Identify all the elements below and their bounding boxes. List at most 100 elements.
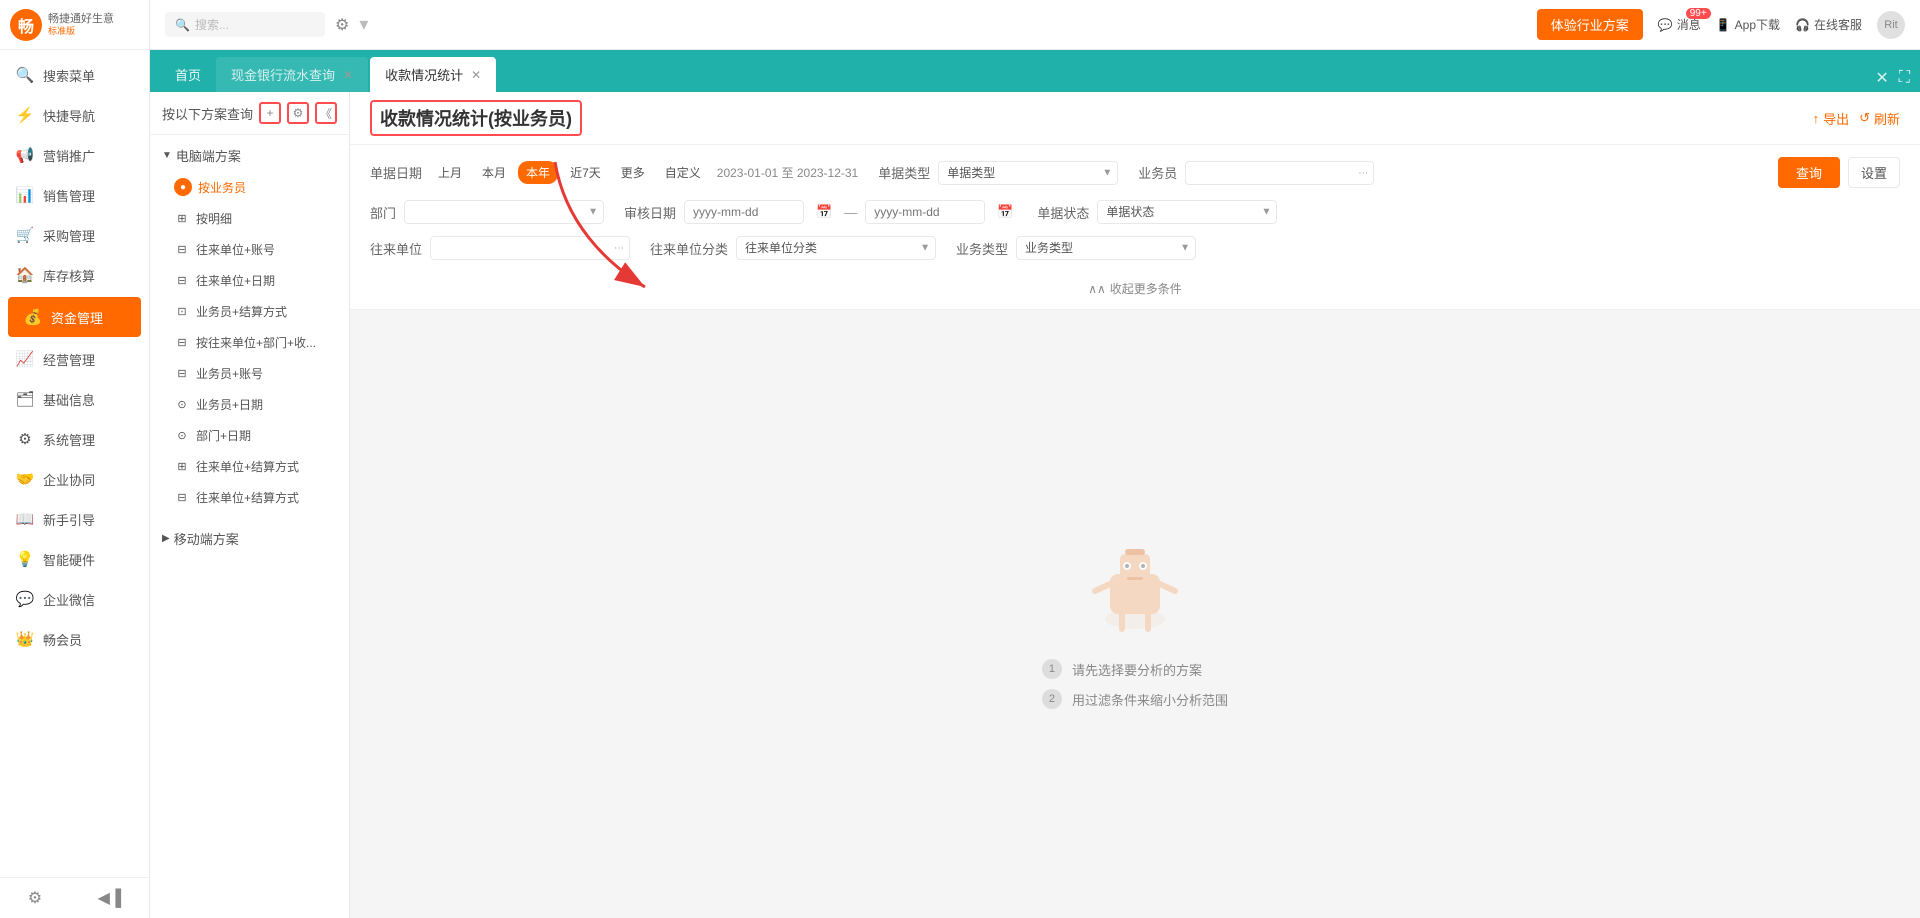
counterpart-category-select[interactable]: 往来单位分类 [736, 236, 936, 260]
scheme-group-desktop-title[interactable]: ▼ 电脑端方案 [150, 140, 349, 171]
counterpart-select-wrapper: ··· [430, 236, 630, 260]
date-tab-more[interactable]: 更多 [613, 161, 653, 184]
add-scheme-btn[interactable]: + [259, 102, 281, 124]
dept-date-icon: ⊙ [174, 428, 190, 444]
collapse-more-conditions[interactable]: ∧∧ 收起更多条件 [370, 272, 1900, 297]
biz-type-select-wrapper: 业务类型 ▼ [1016, 236, 1196, 260]
purchase-icon: 🛒 [15, 225, 35, 245]
sidebar-item-purchase[interactable]: 🛒 采购管理 [0, 215, 149, 255]
online-service-item[interactable]: 🎧 在线客服 [1795, 16, 1862, 33]
scheme-item-salesperson-date[interactable]: ⊙ 业务员+日期 [150, 389, 349, 420]
export-button[interactable]: ↑ 导出 [1813, 109, 1850, 128]
biz-type-select[interactable]: 业务类型 [1016, 236, 1196, 260]
sidebar-item-cooperation[interactable]: 🤝 企业协同 [0, 459, 149, 499]
collapse-sidebar-btn[interactable]: ◀▐ [98, 888, 122, 908]
settings-scheme-btn[interactable]: ⚙ [287, 102, 309, 124]
biz-type-label: 业务类型 [956, 239, 1008, 258]
right-content: 收款情况统计(按业务员) ↑ 导出 ↺ 刷新 [350, 92, 1920, 918]
tab-home[interactable]: 首页 [160, 57, 216, 92]
scheme-item-partner-settlement1[interactable]: ⊞ 往来单位+结算方式 [150, 451, 349, 482]
sidebar-nav: 🔍 搜索菜单 ⚡ 快捷导航 📢 营销推广 📊 销售管理 🛒 采购管理 🏠 [0, 50, 149, 877]
dropdown-icon[interactable]: ▾ [359, 14, 368, 35]
sidebar-item-system[interactable]: ⚙ 系统管理 [0, 419, 149, 459]
date-tab-thisyear[interactable]: 本年 [518, 161, 558, 184]
wechat-icon: 💬 [15, 589, 35, 609]
left-panel-title: 按以下方案查询 [162, 104, 253, 123]
tab-collection-stats[interactable]: 收款情况统计 ✕ [370, 57, 496, 92]
date-tab-7days[interactable]: 近7天 [562, 161, 609, 184]
scheme-item-detail[interactable]: ⊞ 按明细 [150, 203, 349, 234]
sidebar-item-hardware[interactable]: 💡 智能硬件 [0, 539, 149, 579]
header-search-box[interactable]: 🔍 搜索... [165, 12, 325, 37]
query-button[interactable]: 查询 [1778, 157, 1840, 188]
scheme-item-salesperson[interactable]: ● 按业务员 [150, 171, 349, 203]
guide-icon: 📖 [15, 509, 35, 529]
app-download-item[interactable]: 📱 App下载 [1716, 16, 1780, 33]
message-item[interactable]: 💬 消息 99+ [1658, 16, 1701, 33]
tab-expand-icon[interactable]: ⛶ [1899, 69, 1910, 87]
sidebar-item-inventory[interactable]: 🏠 库存核算 [0, 255, 149, 295]
review-date-from-input[interactable] [684, 200, 804, 224]
salesperson-input[interactable] [1185, 161, 1374, 185]
scheme-item-partner-date[interactable]: ⊟ 往来单位+日期 [150, 265, 349, 296]
scheme-group-mobile-title[interactable]: ▶ 移动端方案 [150, 523, 349, 554]
salesperson-label: 业务员 [1138, 163, 1177, 182]
scheme-item-salesperson-account[interactable]: ⊟ 业务员+账号 [150, 358, 349, 389]
counterpart-input[interactable] [430, 236, 630, 260]
logo-text: 畅捷通好生意 标准版 [48, 12, 114, 38]
step-2-num: 2 [1042, 689, 1062, 709]
date-tab-thismonth[interactable]: 本月 [474, 161, 514, 184]
tab-close-cash-flow[interactable]: ✕ [343, 68, 353, 82]
management-icon: 📈 [15, 349, 35, 369]
scheme-item-partner-dept[interactable]: ⊟ 按往来单位+部门+收... [150, 327, 349, 358]
filter-row-2: 部门 ▼ 审核日期 📅 — 📅 [370, 200, 1900, 224]
user-avatar[interactable]: Rit [1877, 11, 1905, 39]
tab-close-all-icon[interactable]: ✕ [1875, 68, 1888, 88]
voucher-status-select[interactable]: 单据状态 [1097, 200, 1277, 224]
collapse-panel-btn[interactable]: 《 [315, 102, 337, 124]
tab-bar: 首页 现金银行流水查询 ✕ 收款情况统计 ✕ ✕ ⛶ [150, 50, 1920, 92]
settings-button[interactable]: 设置 [1848, 157, 1900, 188]
sidebar-item-management[interactable]: 📈 经营管理 [0, 339, 149, 379]
voucher-type-select[interactable]: 单据类型 [938, 161, 1118, 185]
dept-input[interactable] [404, 200, 604, 224]
sidebar-item-search[interactable]: 🔍 搜索菜单 [0, 55, 149, 95]
sidebar-item-finance[interactable]: 💰 资金管理 [8, 297, 141, 337]
scheme-item-partner-account[interactable]: ⊟ 往来单位+账号 [150, 234, 349, 265]
refresh-button[interactable]: ↺ 刷新 [1859, 109, 1900, 128]
scheme-item-partner-settlement2[interactable]: ⊟ 往来单位+结算方式 [150, 482, 349, 513]
date-tabs: 上月 本月 本年 近7天 更多 自定义 [430, 161, 709, 184]
page-title-actions: ↑ 导出 ↺ 刷新 [1813, 109, 1900, 128]
empty-state: 1 请先选择要分析的方案 2 用过滤条件来缩小分析范围 [350, 310, 1920, 918]
tab-close-collection[interactable]: ✕ [471, 68, 481, 82]
sidebar-item-wechat[interactable]: 💬 企业微信 [0, 579, 149, 619]
trial-button[interactable]: 体验行业方案 [1537, 9, 1643, 40]
scheme-item-dept-date[interactable]: ⊙ 部门+日期 [150, 420, 349, 451]
date-tab-lastmonth[interactable]: 上月 [430, 161, 470, 184]
sidebar-item-sales[interactable]: 📊 销售管理 [0, 175, 149, 215]
sidebar-item-quicknav[interactable]: ⚡ 快捷导航 [0, 95, 149, 135]
scheme-item-salesperson-settlement[interactable]: ⊡ 业务员+结算方式 [150, 296, 349, 327]
page-title-bar: 收款情况统计(按业务员) ↑ 导出 ↺ 刷新 [350, 92, 1920, 145]
sidebar-item-basic[interactable]: 🗂 基础信息 [0, 379, 149, 419]
header-gear-icon[interactable]: ⚙ [335, 15, 349, 35]
export-icon: ↑ [1813, 111, 1820, 126]
counterpart-filter: 往来单位 ··· [370, 236, 630, 260]
date-label: 单据日期 [370, 163, 422, 182]
sidebar-item-vip[interactable]: 👑 畅会员 [0, 619, 149, 659]
settings-bottom-btn[interactable]: ⚙ [28, 888, 42, 908]
download-icon: 📱 [1716, 18, 1731, 32]
review-date-to-input[interactable] [865, 200, 985, 224]
tab-cash-flow[interactable]: 现金银行流水查询 ✕ [216, 57, 368, 92]
empty-step-1: 1 请先选择要分析的方案 [1042, 659, 1228, 679]
partner-account-icon: ⊟ [174, 242, 190, 258]
active-indicator: ● [174, 178, 192, 196]
logo-area: 畅 畅捷通好生意 标准版 [0, 0, 149, 50]
sidebar-item-guide[interactable]: 📖 新手引导 [0, 499, 149, 539]
sidebar-item-marketing[interactable]: 📢 营销推广 [0, 135, 149, 175]
salesperson-date-icon: ⊙ [174, 397, 190, 413]
date-filter-item: 单据日期 上月 本月 本年 近7天 更多 自定义 2023-01-01 [370, 161, 858, 184]
top-header: 🔍 搜索... ⚙ ▾ 体验行业方案 💬 消息 99+ 📱 App下载 [150, 0, 1920, 50]
voucher-type-select-wrapper: 单据类型 ▼ [938, 161, 1118, 185]
date-tab-custom[interactable]: 自定义 [657, 161, 709, 184]
